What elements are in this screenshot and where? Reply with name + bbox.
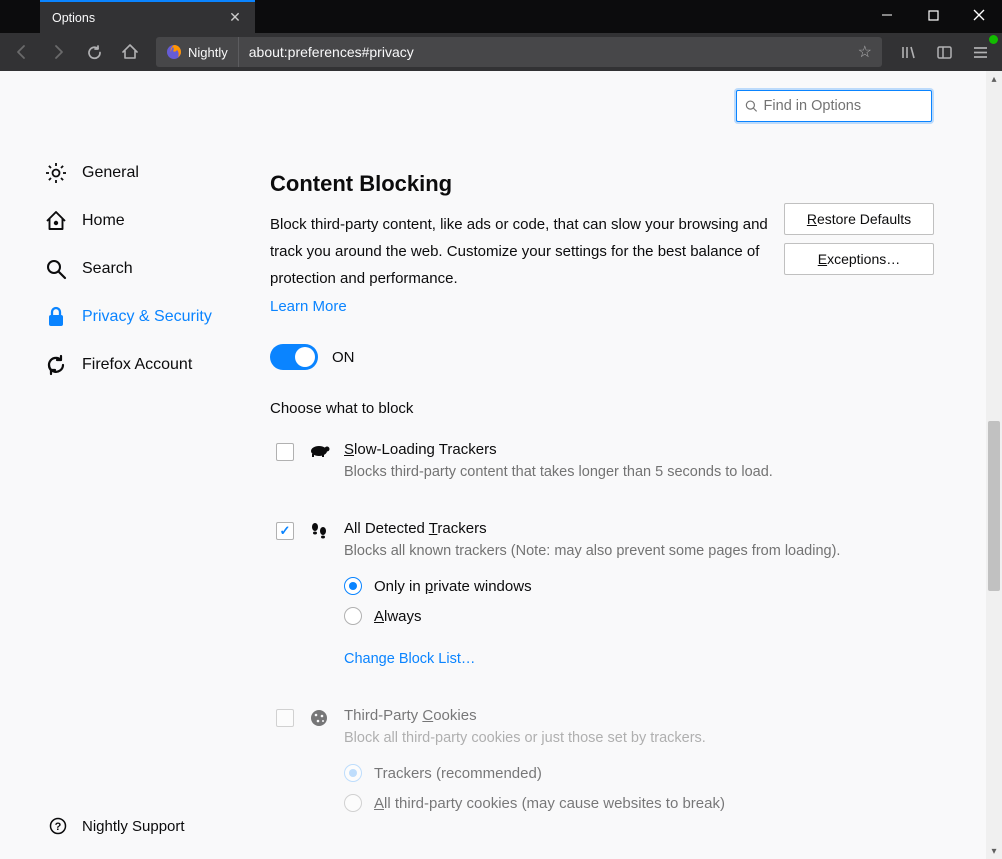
sidebar-item-label: Home [82, 212, 125, 230]
radio-private-windows[interactable]: Only in private windows [344, 577, 934, 595]
cookie-icon [308, 708, 330, 812]
option-description: Blocks all known trackers (Note: may als… [344, 543, 934, 559]
radio-label: All third-party cookies (may cause websi… [374, 795, 725, 812]
slow-loading-checkbox[interactable] [276, 443, 294, 461]
url-bar[interactable]: Nightly about:preferences#privacy ☆ [156, 37, 882, 67]
all-detected-checkbox[interactable] [276, 522, 294, 540]
browser-toolbar: Nightly about:preferences#privacy ☆ [0, 33, 1002, 71]
brand-label: Nightly [188, 45, 228, 60]
search-icon [745, 99, 758, 113]
support-link[interactable]: ? Nightly Support [48, 817, 185, 835]
toggle-knob [295, 347, 315, 367]
radio-label: Only in private windows [374, 578, 532, 595]
preferences-page: ▴ ▾ General Home Search [0, 71, 1002, 859]
category-sidebar: General Home Search Privacy & Security F… [44, 149, 244, 389]
url-text: about:preferences#privacy [239, 44, 848, 60]
home-icon [44, 210, 68, 232]
sidebar-item-label: Firefox Account [82, 356, 192, 374]
search-input[interactable] [764, 98, 923, 114]
option-title: Slow-Loading Trackers [344, 441, 934, 458]
radio-label: Always [374, 608, 422, 625]
turtle-icon [308, 442, 330, 480]
sidebar-item-search[interactable]: Search [44, 245, 244, 293]
sidebar-item-general[interactable]: General [44, 149, 244, 197]
support-label: Nightly Support [82, 818, 185, 835]
window-close-button[interactable] [956, 0, 1002, 30]
content-blocking-toggle[interactable] [270, 344, 318, 370]
back-button[interactable] [6, 37, 38, 67]
tab-close-icon[interactable]: ✕ [227, 10, 243, 26]
bookmark-star-icon[interactable]: ☆ [848, 42, 882, 62]
option-description: Blocks third-party content that takes lo… [344, 464, 934, 480]
option-all-detected-trackers: All Detected Trackers Blocks all known t… [270, 508, 934, 667]
library-button[interactable] [892, 37, 924, 67]
sidebar-button[interactable] [928, 37, 960, 67]
search-input-container[interactable] [736, 90, 932, 122]
cookies-checkbox[interactable] [276, 709, 294, 727]
option-third-party-cookies: Third-Party Cookies Block all third-part… [270, 695, 934, 812]
window-controls [864, 0, 1002, 30]
sync-icon [44, 354, 68, 376]
scroll-thumb[interactable] [988, 421, 1000, 591]
app-menu-button[interactable] [964, 37, 996, 67]
restore-defaults-button[interactable]: Restore Defaults [784, 203, 934, 235]
option-description: Block all third-party cookies or just th… [344, 730, 934, 746]
radio-label: Trackers (recommended) [374, 765, 542, 782]
radio-cookies-all: All third-party cookies (may cause websi… [344, 794, 934, 812]
forward-button[interactable] [42, 37, 74, 67]
scroll-down-icon[interactable]: ▾ [986, 843, 1002, 859]
window-minimize-button[interactable] [864, 0, 910, 30]
change-block-list-link[interactable]: Change Block List… [344, 651, 934, 667]
browser-tab[interactable]: Options ✕ [40, 0, 255, 33]
toggle-state-label: ON [332, 349, 355, 366]
choose-label: Choose what to block [270, 400, 934, 417]
sidebar-item-firefox-account[interactable]: Firefox Account [44, 341, 244, 389]
svg-text:?: ? [55, 821, 62, 833]
sidebar-item-home[interactable]: Home [44, 197, 244, 245]
scrollbar[interactable]: ▴ ▾ [986, 71, 1002, 859]
window-maximize-button[interactable] [910, 0, 956, 30]
radio-always[interactable]: Always [344, 607, 934, 625]
content-blocking-section: Restore Defaults Exceptions… Content Blo… [270, 171, 934, 812]
home-button[interactable] [114, 37, 146, 67]
reload-button[interactable] [78, 37, 110, 67]
sidebar-item-label: General [82, 164, 139, 182]
radio-input [344, 794, 362, 812]
question-icon: ? [48, 817, 68, 835]
radio-input[interactable] [344, 577, 362, 595]
search-icon [44, 258, 68, 280]
sidebar-item-label: Privacy & Security [82, 308, 212, 326]
identity-box[interactable]: Nightly [156, 37, 239, 67]
lock-icon [44, 306, 68, 328]
radio-input[interactable] [344, 607, 362, 625]
tab-title: Options [52, 11, 95, 25]
gear-icon [44, 162, 68, 184]
option-title: All Detected Trackers [344, 520, 934, 537]
radio-cookies-trackers: Trackers (recommended) [344, 764, 934, 782]
radio-input [344, 764, 362, 782]
scroll-up-icon[interactable]: ▴ [986, 71, 1002, 87]
learn-more-link[interactable]: Learn More [270, 298, 347, 315]
option-slow-loading-trackers: Slow-Loading Trackers Blocks third-party… [270, 429, 934, 480]
window-titlebar: Options ✕ [0, 0, 1002, 33]
sidebar-item-label: Search [82, 260, 133, 278]
option-title: Third-Party Cookies [344, 707, 934, 724]
section-title: Content Blocking [270, 171, 934, 197]
update-badge-icon [989, 35, 998, 44]
footprints-icon [308, 521, 330, 667]
sidebar-item-privacy[interactable]: Privacy & Security [44, 293, 244, 341]
firefox-logo-icon [166, 44, 182, 60]
section-description: Block third-party content, like ads or c… [270, 211, 770, 292]
exceptions-button[interactable]: Exceptions… [784, 243, 934, 275]
